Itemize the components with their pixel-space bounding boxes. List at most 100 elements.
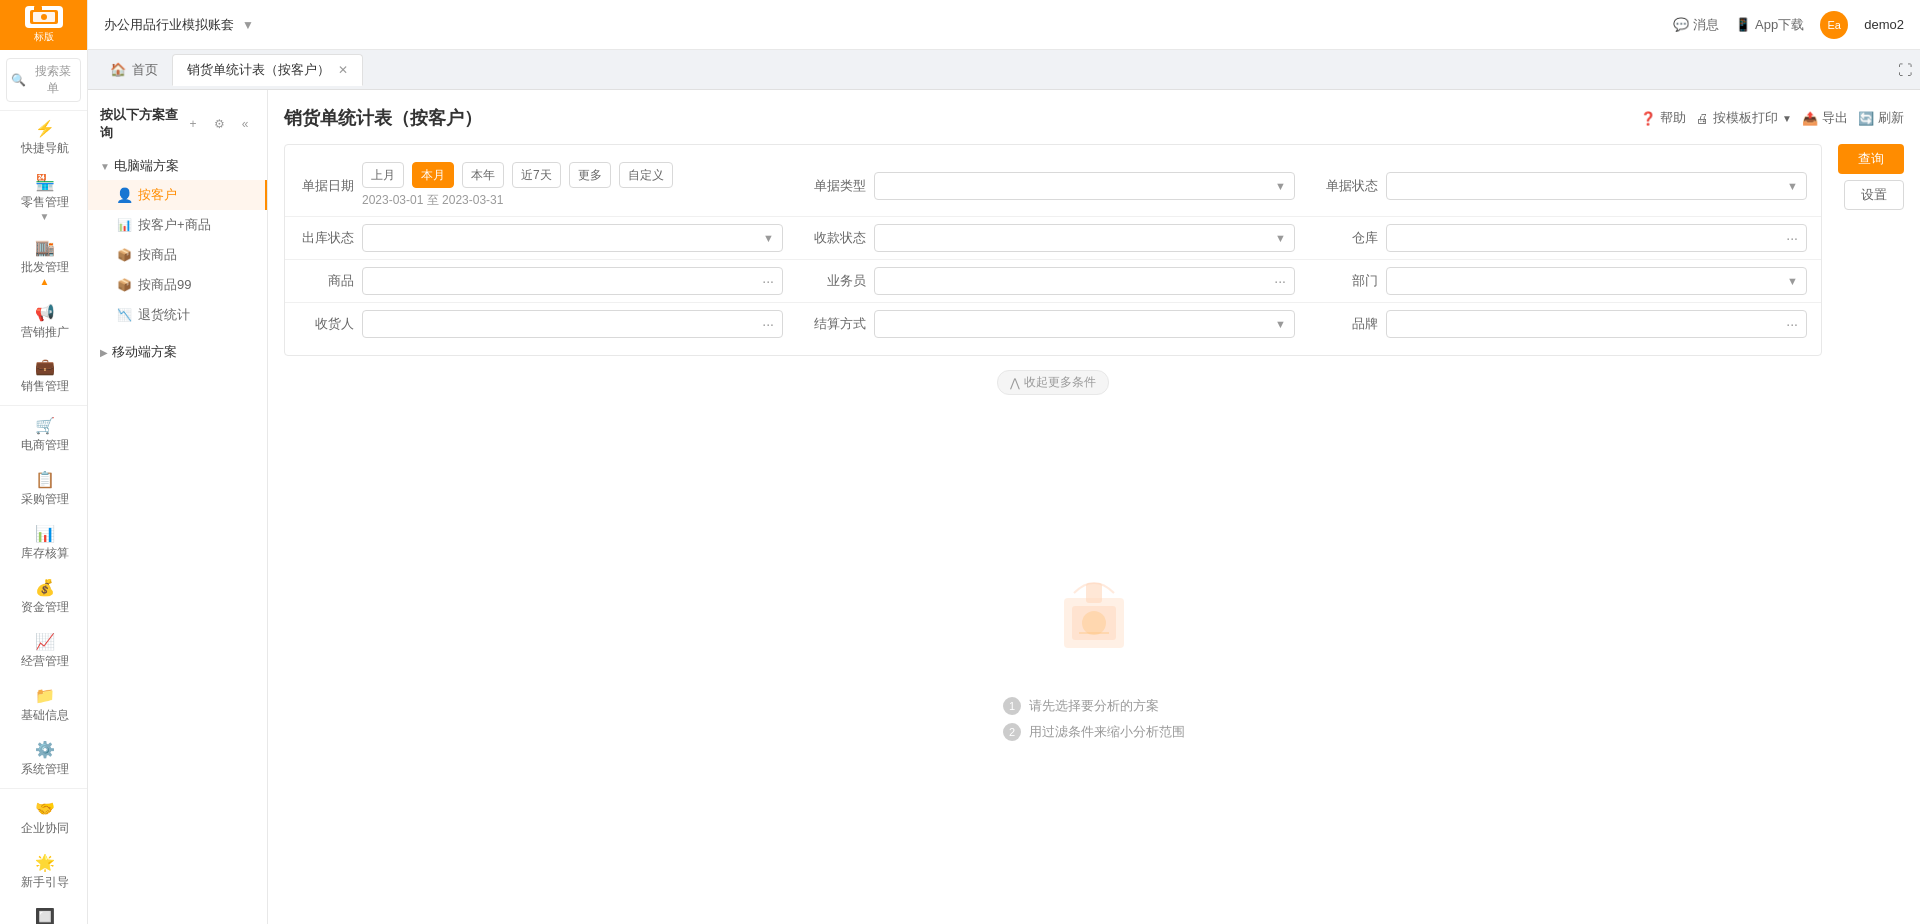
message-button[interactable]: 💬 消息 [1673,16,1719,34]
help-button[interactable]: ❓ 帮助 [1640,109,1686,127]
sidebar-item-inventory[interactable]: 📊 库存核算 [0,516,87,570]
tabbar: 🏠 首页 销货单统计表（按客户） ✕ ⛶ [88,50,1920,90]
warehouse-input[interactable]: ··· [1386,224,1807,252]
svg-point-3 [41,14,47,20]
ecommerce-icon: 🛒 [35,416,55,435]
retail-icon: 🏪 [35,173,55,192]
topbar-dropdown-icon[interactable]: ▼ [242,18,254,32]
brand-input[interactable]: ··· [1386,310,1807,338]
tree-item-return-stats[interactable]: 📉 退货统计 [88,300,267,330]
empty-tip-1: 1 请先选择要分析的方案 [1003,697,1185,715]
doc-status-label: 单据状态 [1323,177,1378,195]
sidebar-item-new-guide[interactable]: 🌟 新手引导 [0,845,87,899]
settings-scheme-button[interactable]: ⚙ [209,114,229,134]
tree-group-desktop: ▼ 电脑端方案 👤 按客户 📊 按客户+商品 📦 按商品 📦 按商品 [88,148,267,334]
refresh-button[interactable]: 🔄 刷新 [1858,109,1904,127]
empty-tip-2: 2 用过滤条件来缩小分析范围 [1003,723,1185,741]
sidebar-item-base-info[interactable]: 📁 基础信息 [0,678,87,732]
collapse-filters-button[interactable]: ⋀ 收起更多条件 [997,370,1109,395]
tree-group-desktop-header[interactable]: ▼ 电脑端方案 [88,152,267,180]
settlement-select[interactable]: ▼ [874,310,1295,338]
print-button[interactable]: 🖨 按模板打印 ▼ [1696,109,1792,127]
date-more-btn[interactable]: 更多 [569,162,611,188]
topbar: 办公用品行业模拟账套 ▼ 💬 消息 📱 App下载 Ea demo2 [88,0,1920,50]
tree-item-by-customer-goods[interactable]: 📊 按客户+商品 [88,210,267,240]
message-icon: 💬 [1673,17,1689,32]
payment-status-select[interactable]: ▼ [874,224,1295,252]
date-label: 单据日期 [299,177,354,195]
search-menu-button[interactable]: 🔍 搜索菜单 [6,58,81,102]
sidebar-item-operations[interactable]: 📈 经营管理 [0,624,87,678]
return-stats-icon: 📉 [116,308,132,322]
page-title-bar: 销货单统计表（按客户） ❓ 帮助 🖨 按模板打印 ▼ 📤 导出 [284,106,1904,130]
sidebar-item-wholesale[interactable]: 🏬 批发管理 ▲ [0,230,87,295]
add-scheme-button[interactable]: + [183,114,203,134]
date-this-month-btn[interactable]: 本月 [412,162,454,188]
date-last-month-btn[interactable]: 上月 [362,162,404,188]
receiver-input[interactable]: ··· [362,310,783,338]
topbar-left: 办公用品行业模拟账套 ▼ [104,16,254,34]
app-download-button[interactable]: 📱 App下载 [1735,16,1804,34]
doc-status-select[interactable]: ▼ [1386,172,1807,200]
inventory-icon: 📊 [35,524,55,543]
tree-group-mobile-header[interactable]: ▶ 移动端方案 [88,338,267,366]
ship-status-select[interactable]: ▼ [362,224,783,252]
tab-sales-stats[interactable]: 销货单统计表（按客户） ✕ [172,54,363,86]
customer-icon: 👤 [116,187,132,203]
tree-item-by-customer[interactable]: 👤 按客户 [88,180,267,210]
empty-state: 1 请先选择要分析的方案 2 用过滤条件来缩小分析范围 [284,401,1904,908]
svg-rect-7 [1086,583,1102,603]
tab-home[interactable]: 🏠 首页 [96,54,172,86]
sidebar-item-sales[interactable]: 💼 销售管理 [0,349,87,403]
goods-filter-label: 商品 [299,272,354,290]
salesperson-dots-icon: ··· [1274,273,1286,289]
sidebar-item-marketing[interactable]: 📢 营销推广 [0,295,87,349]
enterprise-icon: 🤝 [35,799,55,818]
doc-status-chevron: ▼ [1787,180,1798,192]
goods-dots-icon: ··· [762,273,774,289]
doc-type-select[interactable]: ▼ [874,172,1295,200]
filter-grid: 单据日期 上月 本月 本年 近7天 更多 自定义 [285,155,1821,345]
sidebar-item-system[interactable]: ⚙️ 系统管理 [0,732,87,786]
doc-type-chevron: ▼ [1275,180,1286,192]
export-button[interactable]: 📤 导出 [1802,109,1848,127]
department-select[interactable]: ▼ [1386,267,1807,295]
sidebar-item-ecommerce[interactable]: 🛒 电商管理 [0,408,87,462]
panel-title: 按以下方案查询 [100,106,183,142]
settings-button[interactable]: 设置 [1844,180,1904,210]
tab-close-button[interactable]: ✕ [338,63,348,77]
brand-label: 品牌 [1323,315,1378,333]
salesperson-label: 业务员 [811,272,866,290]
receiver-label: 收货人 [299,315,354,333]
date-this-year-btn[interactable]: 本年 [462,162,504,188]
tree-item-by-goods[interactable]: 📦 按商品 [88,240,267,270]
sidebar-item-quick-nav[interactable]: ⚡ 快捷导航 [0,111,87,165]
goods-input[interactable]: ··· [362,267,783,295]
empty-state-icon [1044,568,1144,677]
left-panel: 按以下方案查询 + ⚙ « ▼ 电脑端方案 👤 按客户 📊 [88,90,268,924]
salesperson-input[interactable]: ··· [874,267,1295,295]
query-button[interactable]: 查询 [1838,144,1904,174]
sidebar-item-app-center[interactable]: 🔲 应用中心 [0,899,87,924]
date-custom-btn[interactable]: 自定义 [619,162,673,188]
filter-cell-salesperson: 业务员 ··· [797,260,1309,303]
tree-item-by-goods-99[interactable]: 📦 按商品99 [88,270,267,300]
sidebar-item-purchase[interactable]: 📋 采购管理 [0,462,87,516]
collapse-panel-button[interactable]: « [235,114,255,134]
goods-icon: 📦 [116,248,132,262]
date-range: 2023-03-01 至 2023-03-31 [362,192,783,209]
user-name: demo2 [1864,17,1904,32]
new-guide-icon: 🌟 [35,853,55,872]
ship-status-label: 出库状态 [299,229,354,247]
tip-num-1: 1 [1003,697,1021,715]
maximize-icon[interactable]: ⛶ [1898,62,1912,78]
finance-icon: 💰 [35,578,55,597]
payment-status-label: 收款状态 [811,229,866,247]
sidebar-item-enterprise[interactable]: 🤝 企业协同 [0,791,87,845]
sidebar-item-finance[interactable]: 💰 资金管理 [0,570,87,624]
avatar[interactable]: Ea [1820,11,1848,39]
date-7days-btn[interactable]: 近7天 [512,162,561,188]
ship-status-chevron: ▼ [763,232,774,244]
sidebar-item-retail[interactable]: 🏪 零售管理 ▼ [0,165,87,230]
page-actions: ❓ 帮助 🖨 按模板打印 ▼ 📤 导出 🔄 刷新 [1640,109,1904,127]
